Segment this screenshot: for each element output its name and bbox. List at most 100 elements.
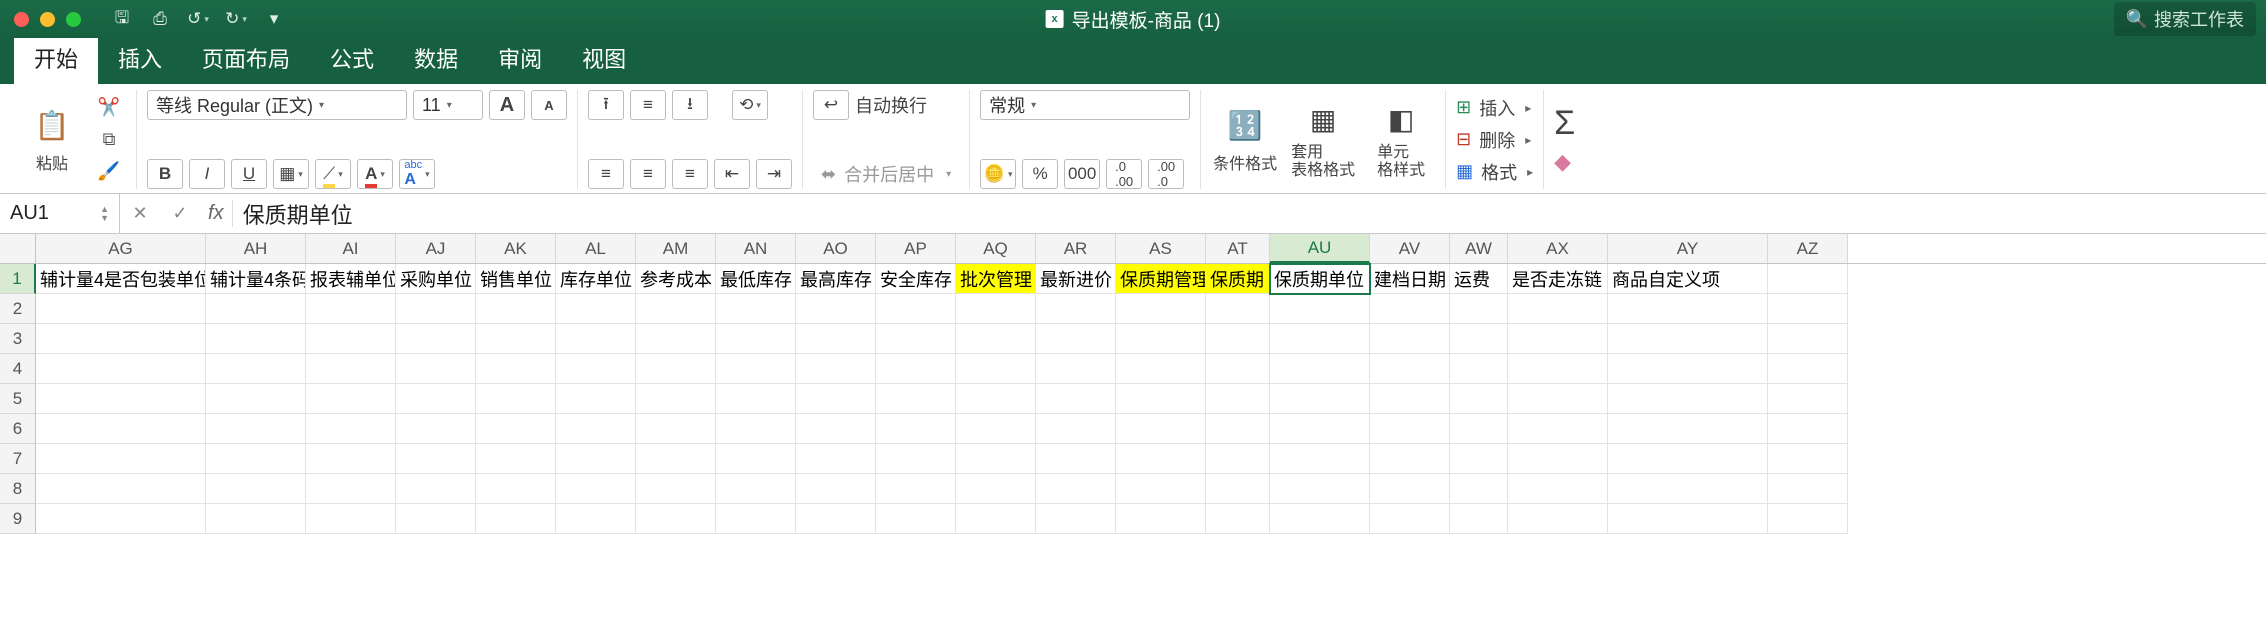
- cell-AT6[interactable]: [1206, 414, 1270, 444]
- cell-AN5[interactable]: [716, 384, 796, 414]
- print-icon[interactable]: ⎙: [143, 6, 177, 32]
- column-header-AR[interactable]: AR: [1036, 234, 1116, 263]
- cell-AR4[interactable]: [1036, 354, 1116, 384]
- cell-AX6[interactable]: [1508, 414, 1608, 444]
- cell-AN3[interactable]: [716, 324, 796, 354]
- column-header-AP[interactable]: AP: [876, 234, 956, 263]
- cell-AJ7[interactable]: [396, 444, 476, 474]
- cell-AX7[interactable]: [1508, 444, 1608, 474]
- cell-AS8[interactable]: [1116, 474, 1206, 504]
- cell-AP3[interactable]: [876, 324, 956, 354]
- minimize-window-button[interactable]: [40, 12, 55, 27]
- cell-AV9[interactable]: [1370, 504, 1450, 534]
- cell-AM4[interactable]: [636, 354, 716, 384]
- borders-button[interactable]: ▦: [273, 159, 309, 189]
- orientation-button[interactable]: ⟲: [732, 90, 768, 120]
- cell-AJ2[interactable]: [396, 294, 476, 324]
- increase-decimal-button[interactable]: .0.00: [1106, 159, 1142, 189]
- cell-AR6[interactable]: [1036, 414, 1116, 444]
- cell-AJ9[interactable]: [396, 504, 476, 534]
- delete-cells-button[interactable]: ⊟删除: [1456, 127, 1533, 153]
- cell-AT5[interactable]: [1206, 384, 1270, 414]
- cell-AW1[interactable]: 运费: [1450, 264, 1508, 294]
- cell-AZ7[interactable]: [1768, 444, 1848, 474]
- cell-AP5[interactable]: [876, 384, 956, 414]
- select-all-corner[interactable]: [0, 234, 36, 263]
- cell-AR1[interactable]: 最新进价: [1036, 264, 1116, 294]
- cell-AK7[interactable]: [476, 444, 556, 474]
- copy-button[interactable]: ⧉: [92, 126, 126, 154]
- row-header-7[interactable]: 7: [0, 444, 36, 474]
- cell-AY5[interactable]: [1608, 384, 1768, 414]
- cell-AH3[interactable]: [206, 324, 306, 354]
- cell-AY9[interactable]: [1608, 504, 1768, 534]
- cell-AJ6[interactable]: [396, 414, 476, 444]
- cell-AM5[interactable]: [636, 384, 716, 414]
- column-header-AZ[interactable]: AZ: [1768, 234, 1848, 263]
- cell-AR7[interactable]: [1036, 444, 1116, 474]
- cell-AW5[interactable]: [1450, 384, 1508, 414]
- cell-AY4[interactable]: [1608, 354, 1768, 384]
- cell-AZ3[interactable]: [1768, 324, 1848, 354]
- cell-AL5[interactable]: [556, 384, 636, 414]
- column-header-AX[interactable]: AX: [1508, 234, 1608, 263]
- fill-color-button[interactable]: ⟋: [315, 159, 351, 189]
- cell-AG5[interactable]: [36, 384, 206, 414]
- cell-AO6[interactable]: [796, 414, 876, 444]
- cell-AO7[interactable]: [796, 444, 876, 474]
- cell-AN7[interactable]: [716, 444, 796, 474]
- column-header-AI[interactable]: AI: [306, 234, 396, 263]
- cell-AJ8[interactable]: [396, 474, 476, 504]
- decrease-font-button[interactable]: A: [531, 90, 567, 120]
- cell-AJ3[interactable]: [396, 324, 476, 354]
- fx-label[interactable]: fx: [208, 202, 224, 225]
- cell-AV7[interactable]: [1370, 444, 1450, 474]
- cell-AI9[interactable]: [306, 504, 396, 534]
- close-window-button[interactable]: [14, 12, 29, 27]
- cell-AL7[interactable]: [556, 444, 636, 474]
- column-header-AT[interactable]: AT: [1206, 234, 1270, 263]
- cell-AI5[interactable]: [306, 384, 396, 414]
- tab-insert[interactable]: 插入: [98, 33, 182, 84]
- cell-AH7[interactable]: [206, 444, 306, 474]
- italic-button[interactable]: I: [189, 159, 225, 189]
- cell-AR9[interactable]: [1036, 504, 1116, 534]
- column-header-AN[interactable]: AN: [716, 234, 796, 263]
- merge-center-button[interactable]: ⬌ 合并后居中: [813, 159, 959, 189]
- cell-AM7[interactable]: [636, 444, 716, 474]
- format-cells-button[interactable]: ▦格式: [1456, 159, 1533, 185]
- column-header-AM[interactable]: AM: [636, 234, 716, 263]
- cell-AS3[interactable]: [1116, 324, 1206, 354]
- undo-button[interactable]: ↺: [181, 6, 215, 32]
- cell-AX2[interactable]: [1508, 294, 1608, 324]
- cell-AH9[interactable]: [206, 504, 306, 534]
- cell-AK4[interactable]: [476, 354, 556, 384]
- cell-AX9[interactable]: [1508, 504, 1608, 534]
- cell-AQ7[interactable]: [956, 444, 1036, 474]
- bold-button[interactable]: B: [147, 159, 183, 189]
- cell-AW8[interactable]: [1450, 474, 1508, 504]
- cell-AZ1[interactable]: [1768, 264, 1848, 294]
- cell-AG9[interactable]: [36, 504, 206, 534]
- cell-AO4[interactable]: [796, 354, 876, 384]
- autosum-button[interactable]: Σ: [1554, 104, 1575, 143]
- cell-AO2[interactable]: [796, 294, 876, 324]
- cell-AW6[interactable]: [1450, 414, 1508, 444]
- cell-AT2[interactable]: [1206, 294, 1270, 324]
- cell-AR2[interactable]: [1036, 294, 1116, 324]
- column-header-AW[interactable]: AW: [1450, 234, 1508, 263]
- align-left-button[interactable]: ≡: [588, 159, 624, 189]
- cell-AP4[interactable]: [876, 354, 956, 384]
- cell-AM6[interactable]: [636, 414, 716, 444]
- cell-AP7[interactable]: [876, 444, 956, 474]
- underline-button[interactable]: U: [231, 159, 267, 189]
- cell-AP2[interactable]: [876, 294, 956, 324]
- cell-AU3[interactable]: [1270, 324, 1370, 354]
- cell-AN4[interactable]: [716, 354, 796, 384]
- cell-AV2[interactable]: [1370, 294, 1450, 324]
- cell-AW9[interactable]: [1450, 504, 1508, 534]
- cell-AG7[interactable]: [36, 444, 206, 474]
- cell-AU8[interactable]: [1270, 474, 1370, 504]
- cell-AK6[interactable]: [476, 414, 556, 444]
- number-format-select[interactable]: 常规: [980, 90, 1190, 120]
